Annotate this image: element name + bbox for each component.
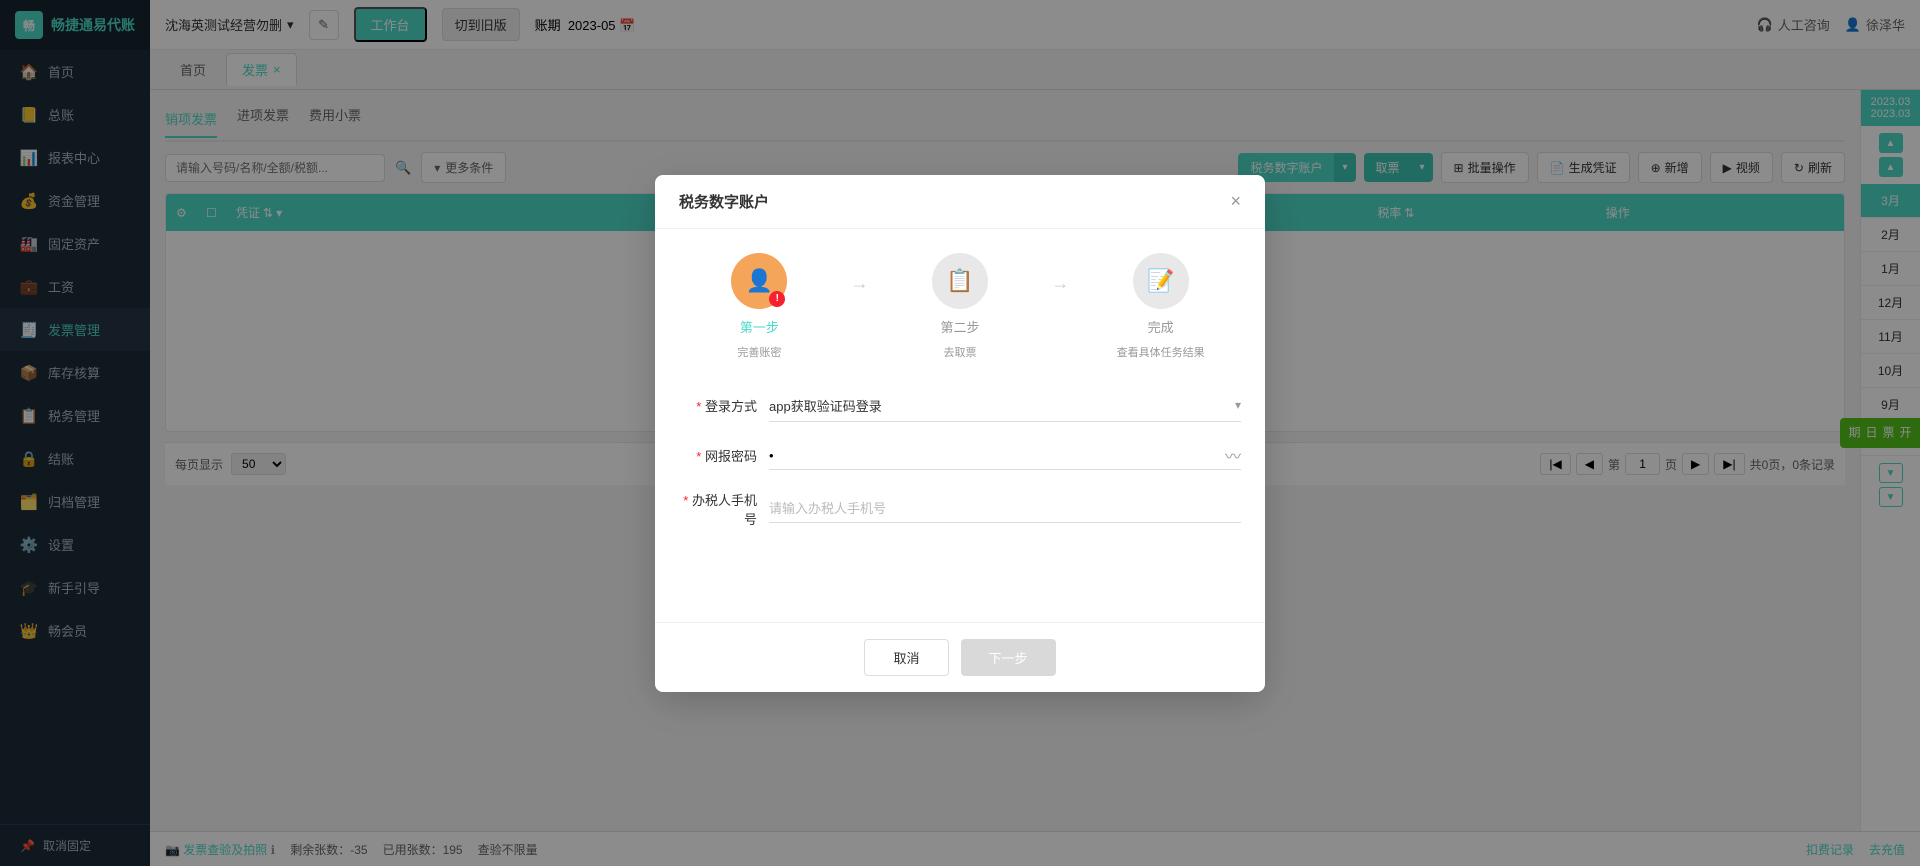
step-2: 📋 第二步 去取票 [880,253,1041,360]
login-method-control: app获取验证码登录 ▾ [769,390,1241,422]
phone-input[interactable] [769,495,1241,523]
step1-desc: 完善账密 [737,344,781,360]
modal-overlay: 税务数字账户 × 👤 ! 第一步 完善账密 → [0,0,1920,866]
dialog-body: 👤 ! 第一步 完善账密 → 📋 第二步 去取票 → [655,229,1265,622]
step-arrow-1: → [840,253,880,294]
dialog-footer: 取消 下一步 [655,622,1265,692]
login-method-value: app获取验证码登录 [769,396,1235,415]
step3-desc: 查看具体任务结果 [1117,344,1205,360]
step1-icon: 👤 [746,268,773,294]
step1-icon-wrap: 👤 ! [731,253,787,309]
step1-label: 第一步 [740,317,779,336]
dialog-header: 税务数字账户 × [655,175,1265,229]
phone-row: * 办税人手机号 [679,490,1241,528]
password-label: * 网报密码 [679,446,769,465]
steps: 👤 ! 第一步 完善账密 → 📋 第二步 去取票 → [679,253,1241,360]
phone-label: * 办税人手机号 [679,490,769,528]
step-3: 📝 完成 查看具体任务结果 [1080,253,1241,360]
step-1: 👤 ! 第一步 完善账密 [679,253,840,360]
phone-control [769,495,1241,523]
dialog-spacer [679,548,1241,598]
step2-icon: 📋 [946,268,973,294]
password-eye-icon[interactable]: 〰 [1225,443,1241,467]
login-method-label: * 登录方式 [679,396,769,415]
password-row: * 网报密码 〰 [679,442,1241,470]
next-button[interactable]: 下一步 [961,639,1056,676]
cancel-button[interactable]: 取消 [864,639,948,676]
step2-label: 第二步 [941,317,980,336]
password-input[interactable] [769,442,1225,469]
dialog-title: 税务数字账户 [679,191,769,212]
password-wrap: 〰 [769,442,1241,470]
step-arrow-2: → [1040,253,1080,294]
step3-icon: 📝 [1147,268,1174,294]
password-control: 〰 [769,442,1241,470]
step2-icon-wrap: 📋 [932,253,988,309]
step1-error-badge: ! [769,291,785,307]
step3-label: 完成 [1148,317,1174,336]
tax-digital-dialog: 税务数字账户 × 👤 ! 第一步 完善账密 → [655,175,1265,692]
login-method-dropdown-icon: ▾ [1235,398,1241,412]
login-method-select[interactable]: app获取验证码登录 ▾ [769,390,1241,422]
step3-icon-wrap: 📝 [1133,253,1189,309]
dialog-close-button[interactable]: × [1230,192,1241,210]
step2-desc: 去取票 [944,344,977,360]
login-method-row: * 登录方式 app获取验证码登录 ▾ [679,390,1241,422]
